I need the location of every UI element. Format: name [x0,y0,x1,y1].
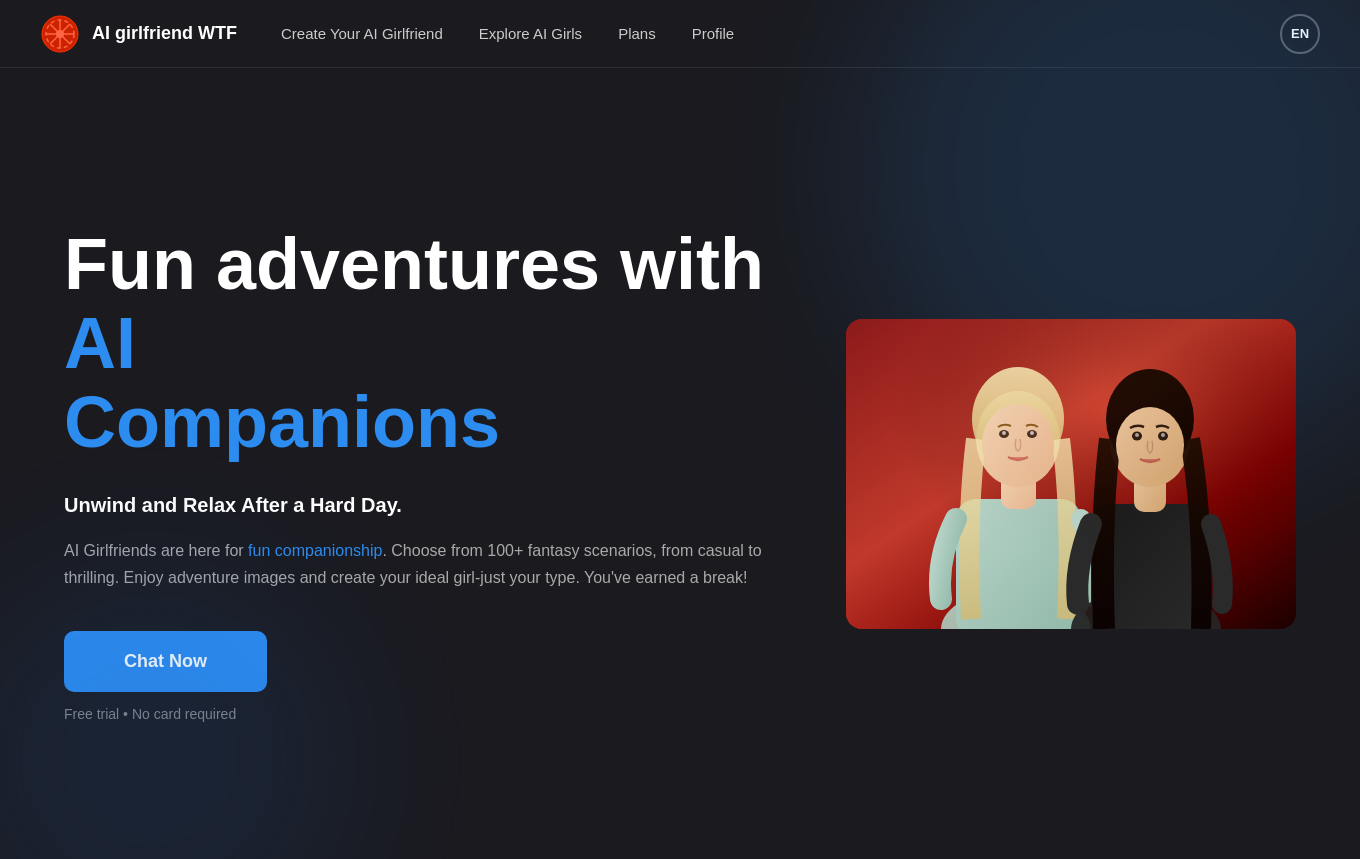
hero-section: Fun adventures with AI Companions Unwind… [0,68,1360,859]
hero-desc-part1: AI Girlfriends are here for [64,542,248,559]
cta-note: Free trial • No card required [64,706,806,722]
hero-image [846,319,1296,629]
hero-subtitle: Unwind and Relax After a Hard Day. [64,494,806,517]
navbar: AI girlfriend WTF Create Your AI Girlfri… [0,0,1360,68]
nav-plans[interactable]: Plans [618,25,656,42]
language-button[interactable]: EN [1280,14,1320,54]
hero-title-highlight: AI [64,303,136,383]
hero-image-svg [846,319,1296,629]
nav-links: Create Your AI Girlfriend Explore AI Gir… [281,25,734,42]
nav-explore[interactable]: Explore AI Girls [479,25,582,42]
nav-profile[interactable]: Profile [692,25,735,42]
hero-title: Fun adventures with AI Companions [64,225,806,463]
nav-create[interactable]: Create Your AI Girlfriend [281,25,443,42]
brand-title: AI girlfriend WTF [92,23,237,44]
hero-description: AI Girlfriends are here for fun companio… [64,537,806,591]
hero-content: Fun adventures with AI Companions Unwind… [64,225,846,723]
hero-title-part2: Companions [64,382,500,462]
svg-rect-29 [846,319,1296,629]
hero-desc-highlight: fun companionship [248,542,382,559]
chat-now-button[interactable]: Chat Now [64,631,267,692]
hero-title-part1: Fun adventures with [64,224,764,304]
brand-logo-icon [40,14,80,54]
brand-link[interactable]: AI girlfriend WTF [40,14,237,54]
